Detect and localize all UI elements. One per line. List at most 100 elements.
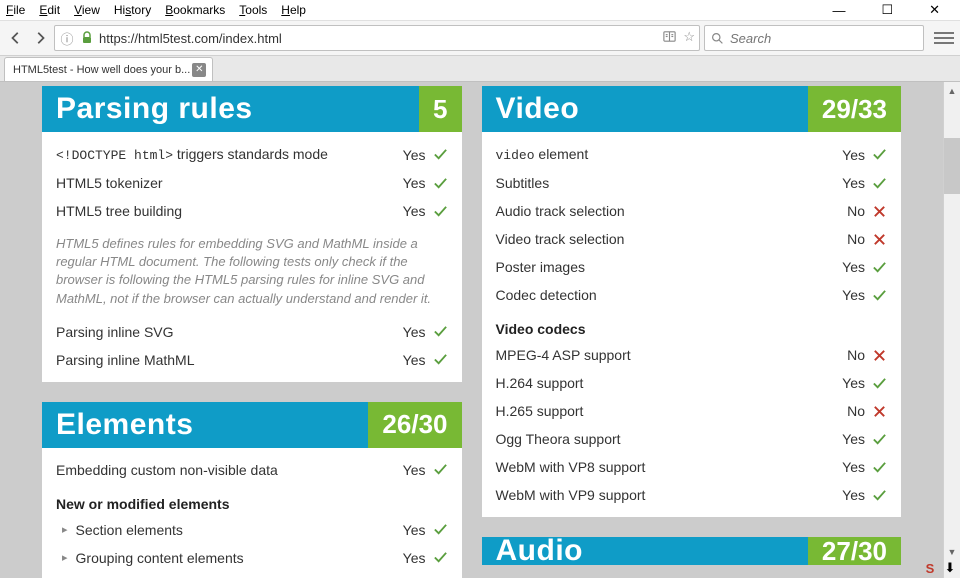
panel-elements-header: Elements 26/30 bbox=[42, 402, 462, 448]
test-label: Poster images bbox=[496, 259, 836, 275]
scroll-up-button[interactable]: ▲ bbox=[944, 82, 960, 99]
test-row[interactable]: HTML5 tree buildingYes bbox=[56, 197, 448, 225]
bookmark-star-icon[interactable]: ☆ bbox=[683, 29, 695, 47]
test-row[interactable]: Parsing inline MathMLYes bbox=[56, 346, 448, 374]
search-input[interactable] bbox=[730, 31, 917, 46]
check-icon bbox=[865, 260, 887, 275]
test-value: No bbox=[835, 231, 865, 247]
panel-video-header: Video 29/33 bbox=[482, 86, 902, 132]
check-icon bbox=[426, 550, 448, 565]
test-value: Yes bbox=[835, 147, 865, 163]
test-value: Yes bbox=[835, 487, 865, 503]
panel-parsing-header: Parsing rules 5 bbox=[42, 86, 462, 132]
tab-title: HTML5test - How well does your b... bbox=[13, 64, 190, 76]
test-row[interactable]: Section elementsYes bbox=[56, 516, 448, 544]
test-label: WebM with VP9 support bbox=[496, 487, 836, 503]
check-icon bbox=[865, 147, 887, 162]
panel-video-body: video elementYesSubtitlesYesAudio track … bbox=[482, 132, 902, 517]
status-icon-s[interactable]: S bbox=[922, 560, 938, 576]
test-label: WebM with VP8 support bbox=[496, 459, 836, 475]
cross-icon bbox=[865, 232, 887, 247]
info-icon[interactable]: ⓘ bbox=[59, 30, 75, 46]
test-row[interactable]: Parsing inline SVGYes bbox=[56, 318, 448, 346]
test-value: Yes bbox=[396, 175, 426, 191]
forward-button[interactable] bbox=[30, 28, 50, 48]
window-close[interactable]: ✕ bbox=[929, 2, 940, 18]
search-icon bbox=[711, 32, 724, 45]
tab-strip: HTML5test - How well does your b... ✕ bbox=[0, 56, 960, 82]
test-label: Audio track selection bbox=[496, 203, 836, 219]
panel-elements-title: Elements bbox=[42, 402, 368, 448]
test-value: Yes bbox=[835, 287, 865, 303]
test-value: Yes bbox=[396, 462, 426, 478]
check-icon bbox=[426, 522, 448, 537]
test-value: Yes bbox=[835, 431, 865, 447]
scroll-down-button[interactable]: ▼ bbox=[944, 543, 960, 560]
check-icon bbox=[865, 432, 887, 447]
test-value: Yes bbox=[396, 203, 426, 219]
menu-button[interactable] bbox=[934, 28, 954, 48]
menu-file[interactable]: File bbox=[6, 3, 25, 17]
panel-video-score: 29/33 bbox=[808, 86, 901, 132]
test-value: Yes bbox=[396, 522, 426, 538]
test-label: Parsing inline SVG bbox=[56, 324, 396, 340]
test-row[interactable]: Poster imagesYes bbox=[496, 253, 888, 281]
test-value: Yes bbox=[396, 147, 426, 163]
test-row[interactable]: WebM with VP9 supportYes bbox=[496, 481, 888, 509]
test-label: Section elements bbox=[76, 522, 396, 538]
test-row[interactable]: Codec detectionYes bbox=[496, 281, 888, 309]
url-input[interactable] bbox=[99, 31, 658, 46]
check-icon bbox=[426, 176, 448, 191]
test-value: Yes bbox=[835, 459, 865, 475]
reader-icon[interactable] bbox=[662, 29, 677, 47]
tab-active[interactable]: HTML5test - How well does your b... ✕ bbox=[4, 57, 213, 81]
test-value: Yes bbox=[835, 259, 865, 275]
test-row[interactable]: Audio track selectionNo bbox=[496, 197, 888, 225]
cross-icon bbox=[865, 348, 887, 363]
check-icon bbox=[426, 204, 448, 219]
test-row[interactable]: <!DOCTYPE html> triggers standards modeY… bbox=[56, 140, 448, 169]
test-row[interactable]: Video track selectionNo bbox=[496, 225, 888, 253]
test-row[interactable]: Embedding custom non-visible dataYes bbox=[56, 456, 448, 484]
check-icon bbox=[865, 376, 887, 391]
panel-elements-body: Embedding custom non-visible dataYesNew … bbox=[42, 448, 462, 578]
test-row[interactable]: WebM with VP8 supportYes bbox=[496, 453, 888, 481]
test-value: No bbox=[835, 347, 865, 363]
check-icon bbox=[426, 324, 448, 339]
test-value: Yes bbox=[396, 550, 426, 566]
menu-help[interactable]: Help bbox=[281, 3, 306, 17]
menu-tools[interactable]: Tools bbox=[239, 3, 267, 17]
scrollbar-vertical[interactable]: ▲ ▼ bbox=[943, 82, 960, 578]
test-row[interactable]: HTML5 tokenizerYes bbox=[56, 169, 448, 197]
scroll-thumb[interactable] bbox=[944, 138, 960, 194]
menu-bookmarks[interactable]: Bookmarks bbox=[165, 3, 225, 17]
back-button[interactable] bbox=[6, 28, 26, 48]
test-row[interactable]: H.264 supportYes bbox=[496, 369, 888, 397]
status-icon-download[interactable]: ⬇ bbox=[942, 560, 958, 576]
test-label: video element bbox=[496, 146, 836, 163]
test-row[interactable]: Grouping content elementsYes bbox=[56, 544, 448, 572]
panel-audio-score: 27/30 bbox=[808, 537, 901, 565]
window-minimize[interactable]: — bbox=[832, 3, 845, 18]
panel-video-title: Video bbox=[482, 86, 808, 132]
page-content: Parsing rules 5 <!DOCTYPE html> triggers… bbox=[0, 82, 943, 578]
test-row[interactable]: video elementYes bbox=[496, 140, 888, 169]
menu-edit[interactable]: Edit bbox=[39, 3, 60, 17]
panel-parsing-title: Parsing rules bbox=[42, 86, 419, 132]
window-maximize[interactable]: ☐ bbox=[881, 2, 893, 18]
test-value: Yes bbox=[835, 375, 865, 391]
tab-close-button[interactable]: ✕ bbox=[192, 63, 206, 77]
test-row[interactable]: Ogg Theora supportYes bbox=[496, 425, 888, 453]
test-row[interactable]: H.265 supportNo bbox=[496, 397, 888, 425]
test-row[interactable]: SubtitlesYes bbox=[496, 169, 888, 197]
test-row[interactable]: MPEG-4 ASP supportNo bbox=[496, 341, 888, 369]
test-label: H.264 support bbox=[496, 375, 836, 391]
test-value: Yes bbox=[396, 352, 426, 368]
test-label: H.265 support bbox=[496, 403, 836, 419]
url-bar[interactable]: ⓘ ☆ bbox=[54, 25, 700, 51]
menu-view[interactable]: View bbox=[74, 3, 100, 17]
test-label: <!DOCTYPE html> triggers standards mode bbox=[56, 146, 396, 163]
search-bar[interactable] bbox=[704, 25, 924, 51]
check-icon bbox=[865, 460, 887, 475]
menu-history[interactable]: History bbox=[114, 3, 151, 17]
